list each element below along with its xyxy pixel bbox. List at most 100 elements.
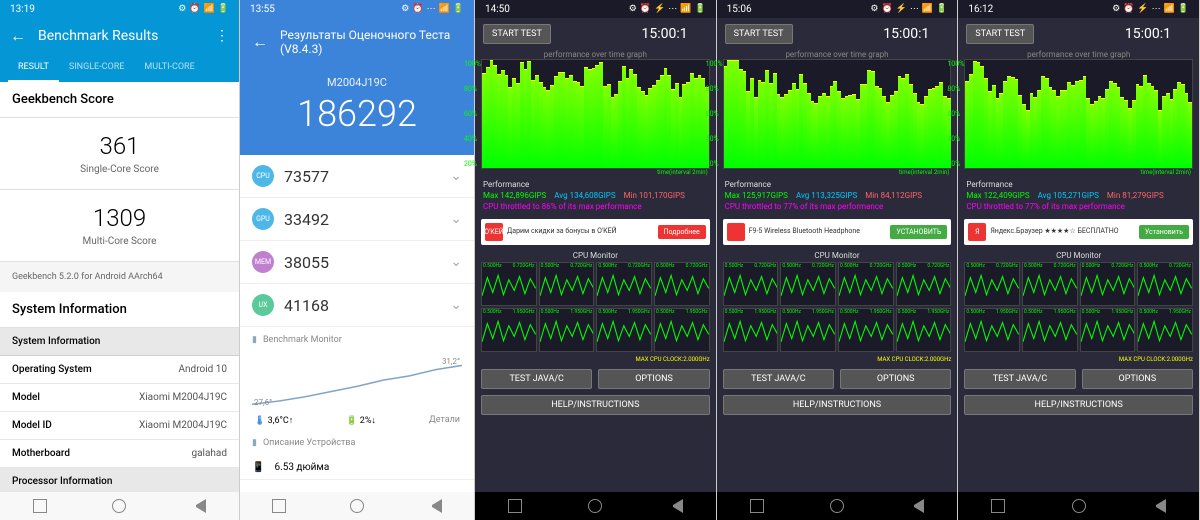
phone-antutu: 13:55 ⚙⏰⋯📶🔋 ← Результаты Оценочного Тест… <box>240 0 475 520</box>
nav-recent-icon[interactable] <box>750 499 764 513</box>
cpu-core-2: 0.500Hz0.720GHz <box>838 262 894 306</box>
app-header: ← Результаты Оценочного Теста (V8.4.3) <box>240 18 474 66</box>
back-icon[interactable]: ← <box>252 32 268 52</box>
row-gpu[interactable]: GPU33492⌄ <box>240 198 474 241</box>
options-button[interactable]: OPTIONS <box>840 369 951 389</box>
sysinfo-header: System Information <box>0 328 239 356</box>
perf-title: Performance <box>725 180 950 189</box>
gips-avg: Avg 113,325GIPS <box>796 191 857 200</box>
cpu-score: 73577 <box>284 167 440 186</box>
max-clock: MAX CPU CLOCK:2.000GHz <box>958 354 1199 365</box>
ad-banner[interactable]: О'КЕЙ Дарим скидки за бонусы в О'КЕЙ Под… <box>481 219 710 245</box>
content: Geekbench Score 361 Single-Core Score 13… <box>0 82 239 492</box>
temp-battery-row[interactable]: 🌡 3,6°C↑ 🔋 2%↓ Детали <box>240 411 474 430</box>
ad-text: Яндекс.Браузер ★★★★☆ БЕСПЛАТНО <box>990 228 1134 236</box>
row-screen-size[interactable]: 📱 6.53 дюйма <box>240 456 474 480</box>
nav-back-icon[interactable] <box>192 499 206 513</box>
test-javac-button[interactable]: TEST JAVA/C <box>723 369 834 389</box>
ad-banner[interactable]: Я Яндекс.Браузер ★★★★☆ БЕСПЛАТНО Установ… <box>964 219 1193 245</box>
max-clock: MAX CPU CLOCK:2.000GHz <box>475 354 716 365</box>
mem-icon: MEM <box>252 251 274 273</box>
nav-home-icon[interactable] <box>1072 499 1086 513</box>
proc-header: Processor Information <box>0 468 239 492</box>
options-button[interactable]: OPTIONS <box>1082 369 1193 389</box>
cpu-monitor-title: CPU Monitor <box>958 251 1199 260</box>
device-name: M2004J19C <box>240 76 474 89</box>
chevron-down-icon: ⌄ <box>450 297 462 313</box>
nav-back-icon[interactable] <box>428 499 442 513</box>
row-ux[interactable]: UX41168⌄ <box>240 284 474 327</box>
timer: 15:00:1 <box>642 26 688 42</box>
nav-home-icon[interactable] <box>588 499 602 513</box>
chart-high: 31,2° <box>442 357 460 366</box>
top-bar: START TEST 15:00:1 <box>717 18 958 50</box>
start-test-button[interactable]: START TEST <box>966 24 1034 44</box>
tab-single-core[interactable]: SINGLE-CORE <box>59 54 135 82</box>
perf-title: Performance <box>966 180 1191 189</box>
nav-bar <box>717 492 958 520</box>
nav-recent-icon[interactable] <box>508 499 522 513</box>
cpu-core-7: 0.500Hz1.950GHz <box>654 308 710 352</box>
menu-icon[interactable]: ⋮ <box>215 28 229 44</box>
help-button[interactable]: HELP/INSTRUCTIONS <box>723 395 952 415</box>
options-button[interactable]: OPTIONS <box>598 369 709 389</box>
phone-geekbench: 13:19 ⚙⏰📶🔋 ← Benchmark Results ⋮ RESULT … <box>0 0 240 520</box>
cpu-icon: CPU <box>252 165 274 187</box>
nav-home-icon[interactable] <box>112 499 126 513</box>
help-button[interactable]: HELP/INSTRUCTIONS <box>964 395 1193 415</box>
gips-max: Max 122,409GIPS <box>966 191 1029 200</box>
help-button[interactable]: HELP/INSTRUCTIONS <box>481 395 710 415</box>
nav-back-icon[interactable] <box>910 499 924 513</box>
ux-score: 41168 <box>284 296 440 315</box>
ad-icon <box>727 223 745 241</box>
cpu-core-2: 0.500Hz0.720GHz <box>596 262 652 306</box>
ad-button[interactable]: УСТАНОВИТЬ <box>890 225 947 239</box>
row-os: Operating SystemAndroid 10 <box>0 356 239 384</box>
single-score: 361 <box>0 132 239 160</box>
status-bar: 14:50 ⚙⏰⚡⋯📶🔋 <box>475 0 716 18</box>
ad-button[interactable]: Подробнее <box>658 225 706 239</box>
start-test-button[interactable]: START TEST <box>725 24 793 44</box>
perf-stats: Performance Max 122,409GIPSAvg 105,271GI… <box>958 176 1199 215</box>
perf-graph: 100%80%60%40%20% <box>964 59 1193 169</box>
ad-icon: О'КЕЙ <box>485 223 503 241</box>
start-test-button[interactable]: START TEST <box>483 24 551 44</box>
cpu-core-3: 0.500Hz0.720GHz <box>896 262 952 306</box>
cpu-core-0: 0.500Hz0.720GHz <box>964 262 1020 306</box>
cpu-core-1: 0.500Hz0.720GHz <box>539 262 595 306</box>
row-cpu[interactable]: CPU73577⌄ <box>240 155 474 198</box>
cpu-core-4: 0.500Hz1.950GHz <box>481 308 537 352</box>
row-mem[interactable]: MEM38055⌄ <box>240 241 474 284</box>
multi-score: 1309 <box>0 204 239 232</box>
nav-recent-icon[interactable] <box>991 499 1005 513</box>
test-javac-button[interactable]: TEST JAVA/C <box>481 369 592 389</box>
gips-min: Min 81,279GIPS <box>1107 191 1164 200</box>
details-link[interactable]: Детали <box>429 415 460 426</box>
ad-banner[interactable]: F9-5 Wireless Bluetooth Headphone УСТАНО… <box>723 219 952 245</box>
temp-delta: 3,6°C↑ <box>268 416 294 426</box>
max-clock: MAX CPU CLOCK:2.000GHz <box>717 354 958 365</box>
cpu-core-6: 0.500Hz1.950GHz <box>596 308 652 352</box>
cpu-core-0: 0.500Hz0.720GHz <box>481 262 537 306</box>
tab-result[interactable]: RESULT <box>8 54 59 82</box>
nav-home-icon[interactable] <box>350 499 364 513</box>
multi-core-box: 1309 Multi-Core Score <box>0 190 239 262</box>
nav-home-icon[interactable] <box>830 499 844 513</box>
nav-back-icon[interactable] <box>669 499 683 513</box>
graph-xlabel: time(interval 2min) <box>723 169 952 176</box>
nav-back-icon[interactable] <box>1152 499 1166 513</box>
cpu-grid: 0.500Hz0.720GHz0.500Hz0.720GHz0.500Hz0.7… <box>964 262 1193 352</box>
test-javac-button[interactable]: TEST JAVA/C <box>964 369 1075 389</box>
back-icon[interactable]: ← <box>10 26 26 46</box>
ad-button[interactable]: Установить <box>1139 225 1189 239</box>
nav-bar <box>240 492 474 520</box>
gpu-score: 33492 <box>284 210 440 229</box>
tab-multi-core[interactable]: MULTI-CORE <box>134 54 204 82</box>
timer: 15:00:1 <box>1125 26 1171 42</box>
temp-chart: 27,6° 31,2° <box>252 357 462 407</box>
mem-score: 38055 <box>284 253 440 272</box>
status-icons: ⚙⏰📶🔋 <box>178 4 229 14</box>
phone-throttle-3: 16:12 ⚙⏰⚡⋯📶🔋 START TEST 15:00:1 performa… <box>958 0 1200 520</box>
nav-recent-icon[interactable] <box>33 499 47 513</box>
nav-recent-icon[interactable] <box>272 499 286 513</box>
